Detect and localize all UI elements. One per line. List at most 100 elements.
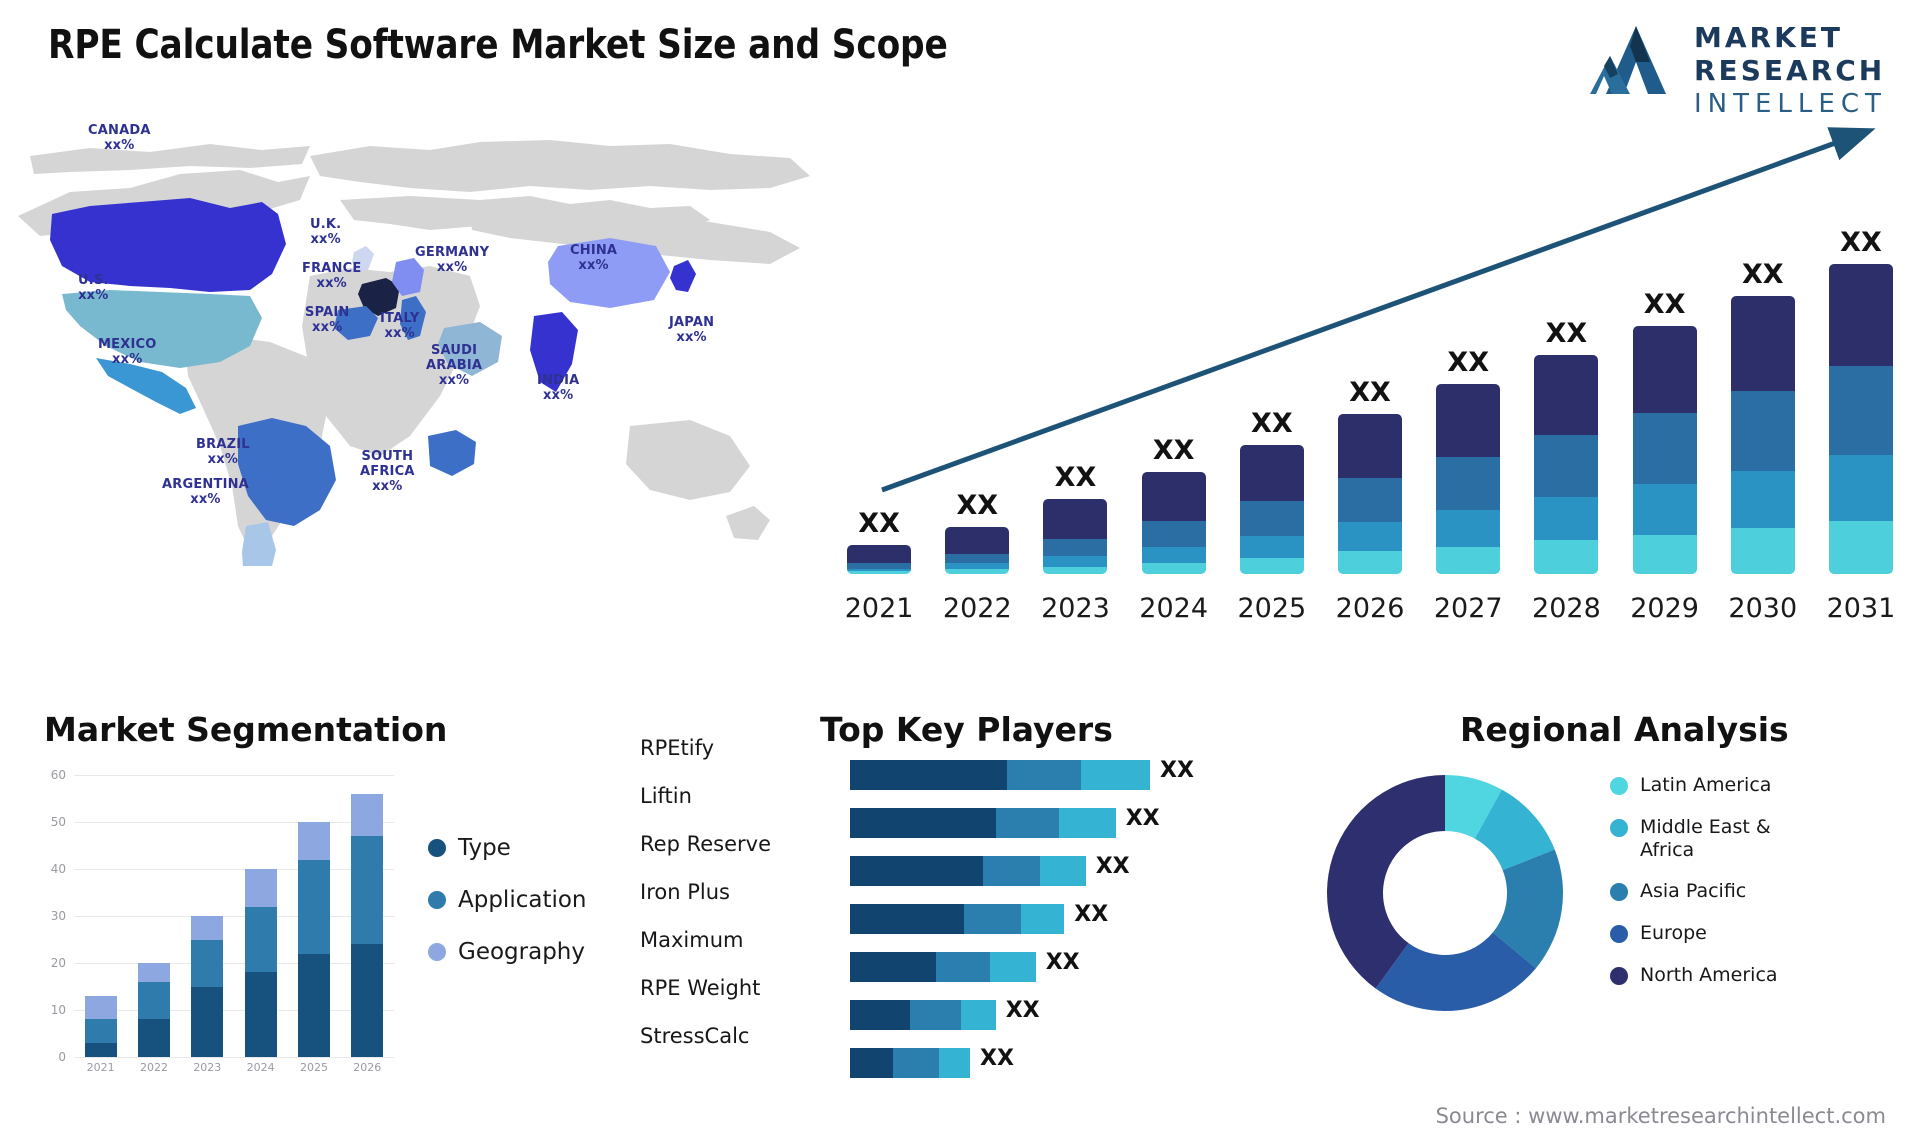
segmentation-x-tick: 2022 [139, 1061, 168, 1074]
forecast-bar-segment-segment-4 [1730, 528, 1795, 574]
forecast-bar-segment-segment-4 [1239, 557, 1304, 574]
forecast-bar-value: XX [1447, 347, 1490, 379]
forecast-bar-stack [1534, 355, 1599, 574]
forecast-bar-segment-segment-3 [1730, 470, 1795, 529]
forecast-year-label: 2027 [1433, 593, 1503, 624]
regional-donut-chart [1327, 775, 1563, 1011]
segmentation-bar-group [234, 775, 287, 1057]
forecast-bar-segment-segment-3 [1828, 455, 1893, 522]
forecast-bar-segment-segment-2 [1141, 521, 1206, 547]
forecast-bar-segment-segment-4 [1338, 551, 1403, 574]
forecast-bar-segment-segment-1 [1730, 295, 1795, 391]
key-player-bar [850, 760, 1150, 790]
legend-dot-icon [428, 839, 446, 857]
key-player-bar [850, 856, 1086, 886]
key-player-segment-part-1 [850, 1048, 893, 1078]
map-label-brazil: BRAZIL xx% [196, 437, 250, 467]
regional-legend-item: Europe [1610, 922, 1820, 945]
segmentation-x-tick: 2023 [193, 1061, 222, 1074]
segmentation-segment-geography [191, 916, 224, 940]
forecast-bar-group: XX [1812, 194, 1910, 574]
forecast-bar-stack [945, 526, 1010, 574]
forecast-bar-group: XX [1419, 194, 1517, 574]
forecast-bar-segment-segment-2 [1632, 412, 1697, 484]
forecast-bar-segment-segment-3 [1239, 535, 1304, 558]
map-country-japan [670, 260, 696, 292]
regional-analysis-chart: Latin America Middle East & Africa Asia Pa… [1300, 760, 1900, 1120]
segmentation-segment-type [297, 953, 330, 1057]
forecast-bar-segment-segment-4 [847, 571, 912, 574]
segmentation-bar-stack [84, 995, 117, 1057]
key-player-segment-part-3 [961, 1000, 996, 1030]
forecast-bar-segment-segment-3 [1043, 555, 1108, 567]
forecast-year-label: 2028 [1532, 593, 1601, 624]
mountain-logo-icon [1590, 26, 1666, 94]
forecast-bar-group: XX [1223, 194, 1321, 574]
segmentation-y-tick: 60 [50, 768, 66, 782]
segmentation-segment-application [297, 859, 330, 954]
segmentation-segment-type [84, 1042, 117, 1057]
forecast-bar-segment-segment-1 [1141, 471, 1206, 522]
map-label-u-s: U.S. xx% [78, 273, 109, 303]
key-player-segment-part-2 [909, 1000, 962, 1030]
key-player-segment-part-1 [850, 808, 996, 838]
forecast-bar-value: XX [858, 507, 900, 539]
top-key-players-title: Top Key Players [820, 710, 1113, 749]
segmentation-bar-stack [191, 916, 224, 1057]
key-player-segment-part-3 [1058, 808, 1116, 838]
segmentation-segment-type [244, 972, 277, 1057]
segmentation-x-axis: 2021 2022 2023 2024 2025 2026 [74, 1061, 394, 1074]
segmentation-plot: 0 10 20 30 40 50 60 [51, 768, 394, 1064]
segmentation-segment-geography [84, 995, 117, 1020]
key-player-name: StressCalc [640, 1024, 750, 1048]
key-player-segment-part-2 [964, 904, 1022, 934]
legend-dot-icon [1610, 883, 1628, 902]
segmentation-segment-geography [351, 793, 384, 837]
segmentation-x-tick: 2021 [86, 1061, 115, 1074]
forecast-bar-segment-segment-2 [1043, 539, 1108, 556]
map-label-saudi-arabia: SAUDI ARABIA xx% [426, 343, 483, 388]
segmentation-segment-application [84, 1019, 117, 1043]
regional-analysis-title: Regional Analysis [1460, 710, 1789, 749]
regional-legend: Latin America Middle East & Africa Asia Pa… [1610, 774, 1820, 1006]
logo-wordmark: MARKET RESEARCH INTELLECT [1694, 24, 1887, 118]
legend-dot-icon [1610, 925, 1628, 944]
key-player-name: Rep Reserve [640, 832, 771, 856]
world-map: CANADA xx% U.S. xx% MEXICO xx% BRAZIL xx% ARGENT… [10, 96, 820, 600]
regional-legend-item: North America [1610, 964, 1820, 987]
forecast-bar-segment-segment-2 [945, 553, 1010, 564]
forecast-bar-segment-segment-1 [1043, 499, 1108, 540]
forecast-bar-value: XX [1840, 227, 1882, 258]
forecast-bar-stack [847, 544, 912, 574]
key-player-segment-part-3 [1081, 760, 1150, 790]
forecast-bar-segment-segment-2 [1730, 390, 1795, 471]
key-player-bar [850, 808, 1116, 838]
legend-dot-icon [428, 943, 446, 961]
key-player-bar [850, 904, 1065, 934]
key-player-segment-part-1 [850, 760, 1008, 790]
forecast-bar-group: XX [1026, 194, 1124, 574]
map-label-canada: CANADA xx% [88, 123, 151, 153]
segmentation-legend-item: Type [428, 835, 587, 861]
key-player-segment-part-3 [1021, 904, 1065, 934]
key-player-value: XX [1160, 758, 1194, 783]
regional-legend-label: Asia Pacific [1640, 880, 1747, 903]
forecast-bar-segment-segment-4 [1632, 534, 1697, 574]
forecast-year-label: 2026 [1335, 593, 1405, 624]
forecast-bar-segment-segment-4 [1043, 566, 1108, 574]
key-player-value: XX [1125, 806, 1160, 831]
forecast-bar-value: XX [1741, 258, 1784, 290]
forecast-bar-stack [1730, 295, 1795, 574]
segmentation-bar-group [74, 775, 127, 1057]
legend-dot-icon [428, 891, 446, 909]
map-label-spain: SPAIN xx% [305, 305, 350, 335]
key-player-segment-part-3 [1039, 856, 1086, 886]
segmentation-bar-stack [137, 963, 170, 1057]
legend-dot-icon [1610, 777, 1628, 795]
forecast-bar-stack [1632, 326, 1697, 574]
segmentation-y-tick: 0 [58, 1050, 66, 1064]
key-player-name: Liftin [640, 784, 692, 808]
forecast-bar-group: XX [1714, 194, 1812, 574]
key-player-bar [850, 1000, 996, 1030]
key-player-segment-part-2 [892, 1048, 939, 1078]
